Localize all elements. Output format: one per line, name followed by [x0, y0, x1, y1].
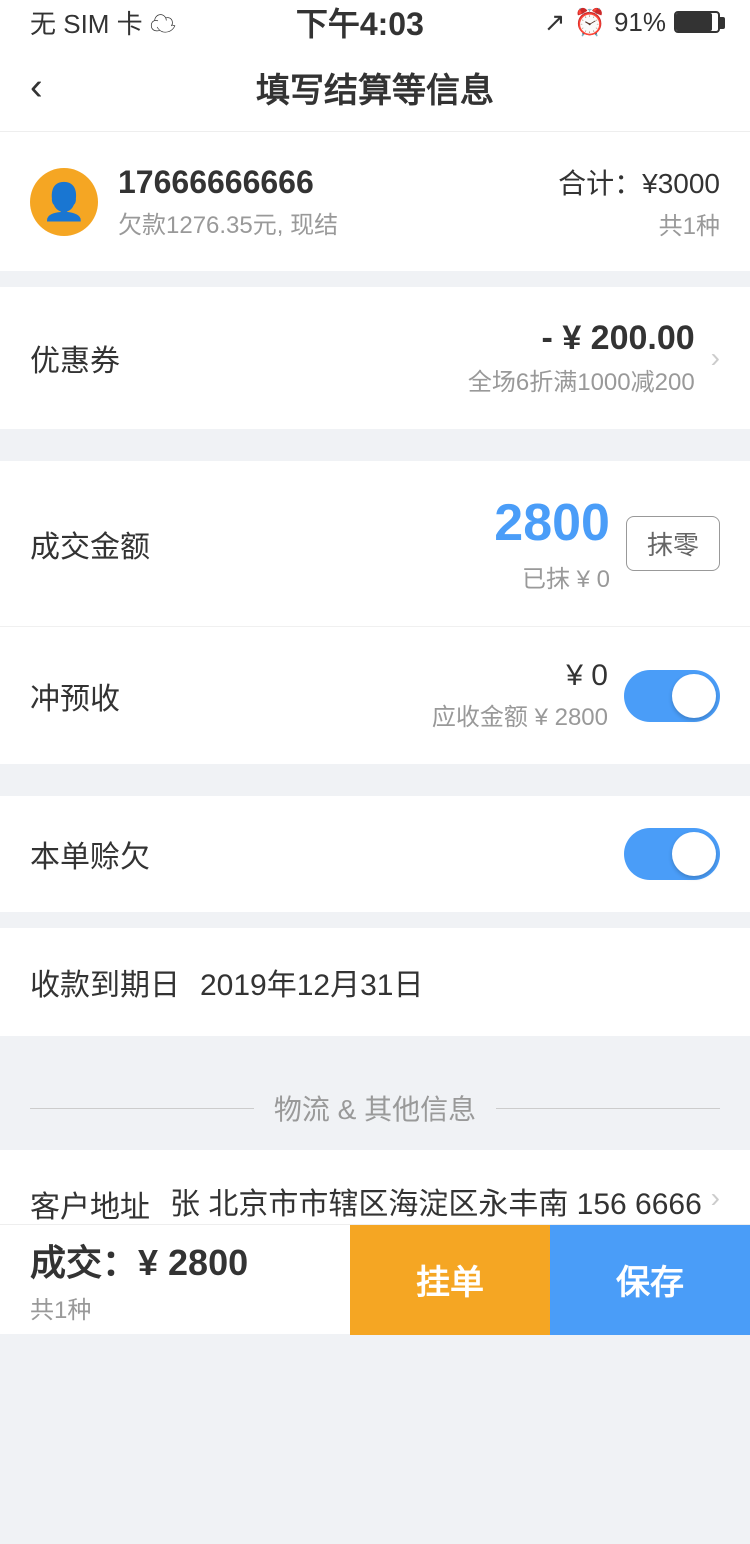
deal-amount-row: 成交金额 2800 已抹 ¥ 0 抹零	[0, 461, 750, 627]
address-label: 客户地址	[30, 1182, 150, 1226]
coupon-section: 优惠券 - ¥ 200.00 全场6折满1000减200 ›	[0, 287, 750, 429]
coupon-label: 优惠券	[30, 336, 120, 380]
debt-right	[624, 828, 720, 880]
bottom-summary: 成交：¥ 2800 共1种	[0, 1234, 350, 1325]
battery-percent: 91%	[614, 7, 666, 38]
hang-button[interactable]: 挂单	[350, 1225, 550, 1335]
debt-label: 本单赊欠	[30, 832, 150, 876]
logistics-label: 物流 & 其他信息	[274, 1088, 476, 1128]
debt-section: 本单赊欠	[0, 796, 750, 912]
deal-section: 成交金额 2800 已抹 ¥ 0 抹零 冲预收 ¥ 0 应收金额 ¥ 2800	[0, 461, 750, 764]
location-icon: ↗	[544, 7, 566, 38]
deal-amount-value: 2800	[494, 493, 610, 553]
back-button[interactable]: ‹	[30, 66, 43, 109]
deal-sub: 已抹 ¥ 0	[494, 559, 610, 594]
coupon-desc: 全场6折满1000减200	[468, 362, 695, 397]
bottom-bar: 成交：¥ 2800 共1种 挂单 保存	[0, 1224, 750, 1334]
header: ‹ 填写结算等信息	[0, 44, 750, 132]
page-title: 填写结算等信息	[256, 63, 494, 112]
chevron-right-icon: ›	[711, 342, 720, 374]
prepay-row: 冲预收 ¥ 0 应收金额 ¥ 2800	[0, 627, 750, 764]
prepay-right: ¥ 0 应收金额 ¥ 2800	[432, 659, 720, 732]
user-phone: 17666666666	[118, 164, 338, 201]
coupon-row[interactable]: 优惠券 - ¥ 200.00 全场6折满1000减200 ›	[0, 287, 750, 429]
total-count: 共1种	[558, 206, 720, 241]
debt-toggle-thumb	[672, 832, 716, 876]
total-label: 合计：¥3000	[558, 162, 720, 202]
coupon-value-col: - ¥ 200.00 全场6折满1000减200	[468, 319, 695, 397]
separator-3	[0, 1052, 750, 1068]
debt-toggle[interactable]	[624, 828, 720, 880]
debt-row: 本单赊欠	[0, 796, 750, 912]
status-left: 无 SIM 卡 ☁	[30, 4, 176, 41]
save-button[interactable]: 保存	[550, 1225, 750, 1335]
user-info: 17666666666 欠款1276.35元, 现结	[118, 164, 338, 240]
bottom-deal: 成交：¥ 2800	[30, 1234, 320, 1286]
prepay-label: 冲预收	[30, 674, 120, 718]
deal-amount-col: 2800 已抹 ¥ 0	[494, 493, 610, 594]
battery-icon	[674, 11, 720, 33]
bottom-deal-value: ¥ 2800	[138, 1242, 248, 1283]
status-right: ↗ ⏰ 91%	[544, 7, 720, 38]
status-bar: 无 SIM 卡 ☁ 下午4:03 ↗ ⏰ 91%	[0, 0, 750, 44]
user-debt: 欠款1276.35元, 现结	[118, 205, 338, 240]
alarm-icon: ⏰	[574, 7, 606, 38]
status-time: 下午4:03	[296, 0, 424, 45]
prepay-amount-col: ¥ 0 应收金额 ¥ 2800	[432, 659, 608, 732]
prepay-toggle[interactable]	[624, 670, 720, 722]
divider-line-right	[496, 1108, 720, 1109]
coupon-right: - ¥ 200.00 全场6折满1000减200 ›	[468, 319, 720, 397]
user-right: 合计：¥3000 共1种	[558, 162, 720, 241]
divider-line-left	[30, 1108, 254, 1109]
bottom-count: 共1种	[30, 1290, 320, 1325]
logistics-divider: 物流 & 其他信息	[0, 1068, 750, 1148]
toggle-thumb	[672, 674, 716, 718]
address-chevron-icon: ›	[711, 1182, 720, 1214]
avatar: 👤	[30, 168, 98, 236]
prepay-amount: ¥ 0	[432, 659, 608, 693]
due-date-label: 收款到期日	[30, 960, 180, 1004]
deal-amount-right: 2800 已抹 ¥ 0 抹零	[494, 493, 720, 594]
user-left: 👤 17666666666 欠款1276.35元, 现结	[30, 164, 338, 240]
prepay-receivable: 应收金额 ¥ 2800	[432, 697, 608, 732]
due-date-value: 2019年12月31日	[200, 960, 423, 1004]
sim-signal: 无 SIM 卡 ☁	[30, 4, 176, 41]
due-date-row: 收款到期日 2019年12月31日	[0, 928, 750, 1036]
user-card: 👤 17666666666 欠款1276.35元, 现结 合计：¥3000 共1…	[0, 132, 750, 271]
separator-1	[0, 445, 750, 461]
round-button[interactable]: 抹零	[626, 516, 720, 571]
coupon-value: - ¥ 200.00	[468, 319, 695, 358]
deal-amount-label: 成交金额	[30, 522, 150, 566]
bottom-deal-label: 成交：	[30, 1242, 138, 1283]
separator-2	[0, 780, 750, 796]
